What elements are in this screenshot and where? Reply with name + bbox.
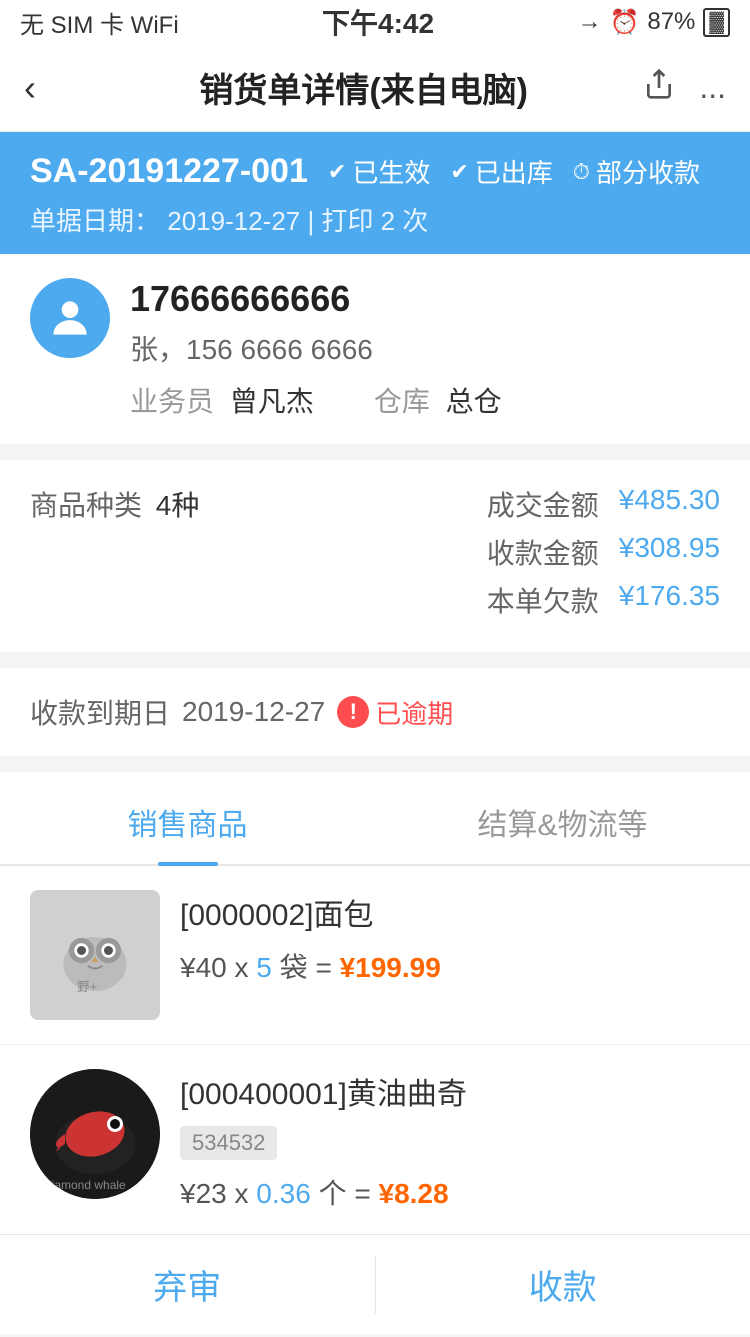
qty-2: 0.36 <box>256 1178 311 1209</box>
deal-amount: ¥485.30 <box>619 484 720 524</box>
nav-actions: ... <box>643 68 726 108</box>
customer-section: 17666666666 张，156 6666 6666 业务员 曾凡杰 仓库 总… <box>0 254 750 444</box>
status-bar: 无 SIM 卡 WiFi 下午4:42 → ⏰ 87% ▓ <box>0 0 750 44</box>
warehouse-label: 仓库 <box>374 386 430 417</box>
product-price-2: ¥23 x 0.36 个 = ¥8.28 <box>180 1172 720 1212</box>
total-1: ¥199.99 <box>340 952 441 983</box>
overdue-badge: ! 已逾期 <box>337 694 453 731</box>
status-right: → ⏰ 87% ▓ <box>577 8 730 37</box>
product-thumb-1: 野+ <box>30 890 160 1020</box>
due-label: 收款到期日 <box>30 692 170 732</box>
badge-effective: ✔ 已生效 <box>328 153 430 190</box>
svg-text:野+: 野+ <box>77 980 97 994</box>
due-section: 收款到期日 2019-12-27 ! 已逾期 <box>0 668 750 756</box>
tab-sales[interactable]: 销售商品 <box>0 772 375 864</box>
status-time: 下午4:42 <box>322 2 434 42</box>
warehouse-row: 仓库 总仓 <box>374 380 502 420</box>
order-id-row: SA-20191227-001 ✔ 已生效 ✔ 已出库 ⏱ 部分收款 <box>30 152 720 191</box>
eq-sign-2: = <box>354 1178 378 1209</box>
salesman-label: 业务员 <box>130 386 214 417</box>
print-info: | 打印 2 次 <box>307 206 428 236</box>
battery-icon: ▓ <box>703 8 730 37</box>
stats-section: 商品种类 4种 成交金额 ¥485.30 收款金额 ¥308.95 本单欠款 ¥… <box>0 460 750 652</box>
bottom-bar: 弃审 收款 <box>0 1234 750 1334</box>
customer-id: 17666666666 <box>130 278 720 320</box>
eq-sign-1: = <box>315 952 339 983</box>
salesman-value: 曾凡杰 <box>230 386 314 417</box>
check-icon-1: ✔ <box>328 159 346 185</box>
products-section: 野+ [0000002]面包 ¥40 x 5 袋 = ¥199.99 <box>0 866 750 1237</box>
warehouse-value: 总仓 <box>446 386 502 417</box>
order-id: SA-20191227-001 <box>30 152 308 191</box>
stats-left: 商品种类 4种 <box>30 484 375 530</box>
alarm-icon: ⏰ <box>609 8 639 37</box>
product-type-label: 商品种类 <box>30 490 142 521</box>
qty-1: 5 <box>256 952 272 983</box>
badge-partial-payment: ⏱ 部分收款 <box>573 153 700 190</box>
product-tag-2: 534532 <box>180 1126 277 1160</box>
nav-bar: ‹ 销货单详情(来自电脑) ... <box>0 44 750 132</box>
unit-1: 袋 <box>280 952 308 983</box>
product-item-1: 野+ [0000002]面包 ¥40 x 5 袋 = ¥199.99 <box>0 866 750 1045</box>
multiply-sign-1: x <box>235 952 257 983</box>
date-label: 单据日期： <box>30 206 160 236</box>
status-left: 无 SIM 卡 WiFi <box>20 5 179 40</box>
no-sim-text: 无 SIM 卡 WiFi <box>20 5 179 40</box>
receive-amount-row: 收款金额 ¥308.95 <box>375 532 720 572</box>
order-date: 2019-12-27 <box>167 206 300 236</box>
battery-text: 87% <box>647 8 695 36</box>
location-icon: → <box>577 8 601 36</box>
avatar <box>30 278 110 358</box>
total-2: ¥8.28 <box>379 1178 449 1209</box>
overdue-icon: ! <box>337 696 369 728</box>
ninja-icon: diamond whale <box>30 1069 160 1199</box>
product-name-1: [0000002]面包 <box>180 890 720 934</box>
multiply-sign-2: x <box>235 1178 257 1209</box>
debt-amount-row: 本单欠款 ¥176.35 <box>375 580 720 620</box>
product-price-1: ¥40 x 5 袋 = ¥199.99 <box>180 946 720 986</box>
product-type-row: 商品种类 4种 <box>30 484 375 524</box>
product-info-1: [0000002]面包 ¥40 x 5 袋 = ¥199.99 <box>180 890 720 1020</box>
product-type-count: 4种 <box>156 490 200 521</box>
deal-amount-row: 成交金额 ¥485.30 <box>375 484 720 524</box>
stats-right: 成交金额 ¥485.30 收款金额 ¥308.95 本单欠款 ¥176.35 <box>375 484 720 628</box>
price-2: ¥23 <box>180 1178 227 1209</box>
tabs-row: 销售商品 结算&物流等 <box>0 772 750 866</box>
confirm-button[interactable]: 收款 <box>376 1235 750 1334</box>
debt-amount: ¥176.35 <box>619 580 720 620</box>
tab-settlement[interactable]: 结算&物流等 <box>375 772 750 864</box>
badge-shipped: ✔ 已出库 <box>450 153 552 190</box>
page-title: 销货单详情(来自电脑) <box>84 63 643 112</box>
debt-label: 本单欠款 <box>487 580 599 620</box>
deal-label: 成交金额 <box>487 484 599 524</box>
product-info-2: [000400001]黄油曲奇 534532 ¥23 x 0.36 个 = ¥8… <box>180 1069 720 1212</box>
cancel-button[interactable]: 弃审 <box>0 1235 375 1334</box>
tabs-section: 销售商品 结算&物流等 野+ <box>0 772 750 1237</box>
unit-2: 个 <box>319 1178 347 1209</box>
price-1: ¥40 <box>180 952 227 983</box>
more-button[interactable]: ... <box>699 69 726 106</box>
product-name-2: [000400001]黄油曲奇 <box>180 1069 720 1113</box>
header-banner: SA-20191227-001 ✔ 已生效 ✔ 已出库 ⏱ 部分收款 单据日期：… <box>0 132 750 254</box>
header-date-row: 单据日期： 2019-12-27 | 打印 2 次 <box>30 201 720 238</box>
salesman-row: 业务员 曾凡杰 <box>130 380 314 420</box>
back-button[interactable]: ‹ <box>24 67 84 109</box>
product-item-2: diamond whale [000400001]黄油曲奇 534532 ¥23… <box>0 1045 750 1237</box>
due-date: 2019-12-27 <box>182 696 325 728</box>
share-button[interactable] <box>643 68 675 108</box>
owl-icon: 野+ <box>50 910 140 1000</box>
product-thumb-2: diamond whale <box>30 1069 160 1199</box>
svg-text:diamond whale: diamond whale <box>45 1178 126 1192</box>
customer-name-phone: 张，156 6666 6666 <box>130 328 720 368</box>
check-icon-2: ✔ <box>450 159 468 185</box>
person-icon <box>45 293 95 343</box>
overdue-text: 已逾期 <box>375 694 453 731</box>
receive-amount: ¥308.95 <box>619 532 720 572</box>
customer-info: 17666666666 张，156 6666 6666 业务员 曾凡杰 仓库 总… <box>130 278 720 420</box>
customer-meta: 业务员 曾凡杰 仓库 总仓 <box>130 380 720 420</box>
receive-label: 收款金额 <box>487 532 599 572</box>
clock-icon: ⏱ <box>573 159 590 185</box>
